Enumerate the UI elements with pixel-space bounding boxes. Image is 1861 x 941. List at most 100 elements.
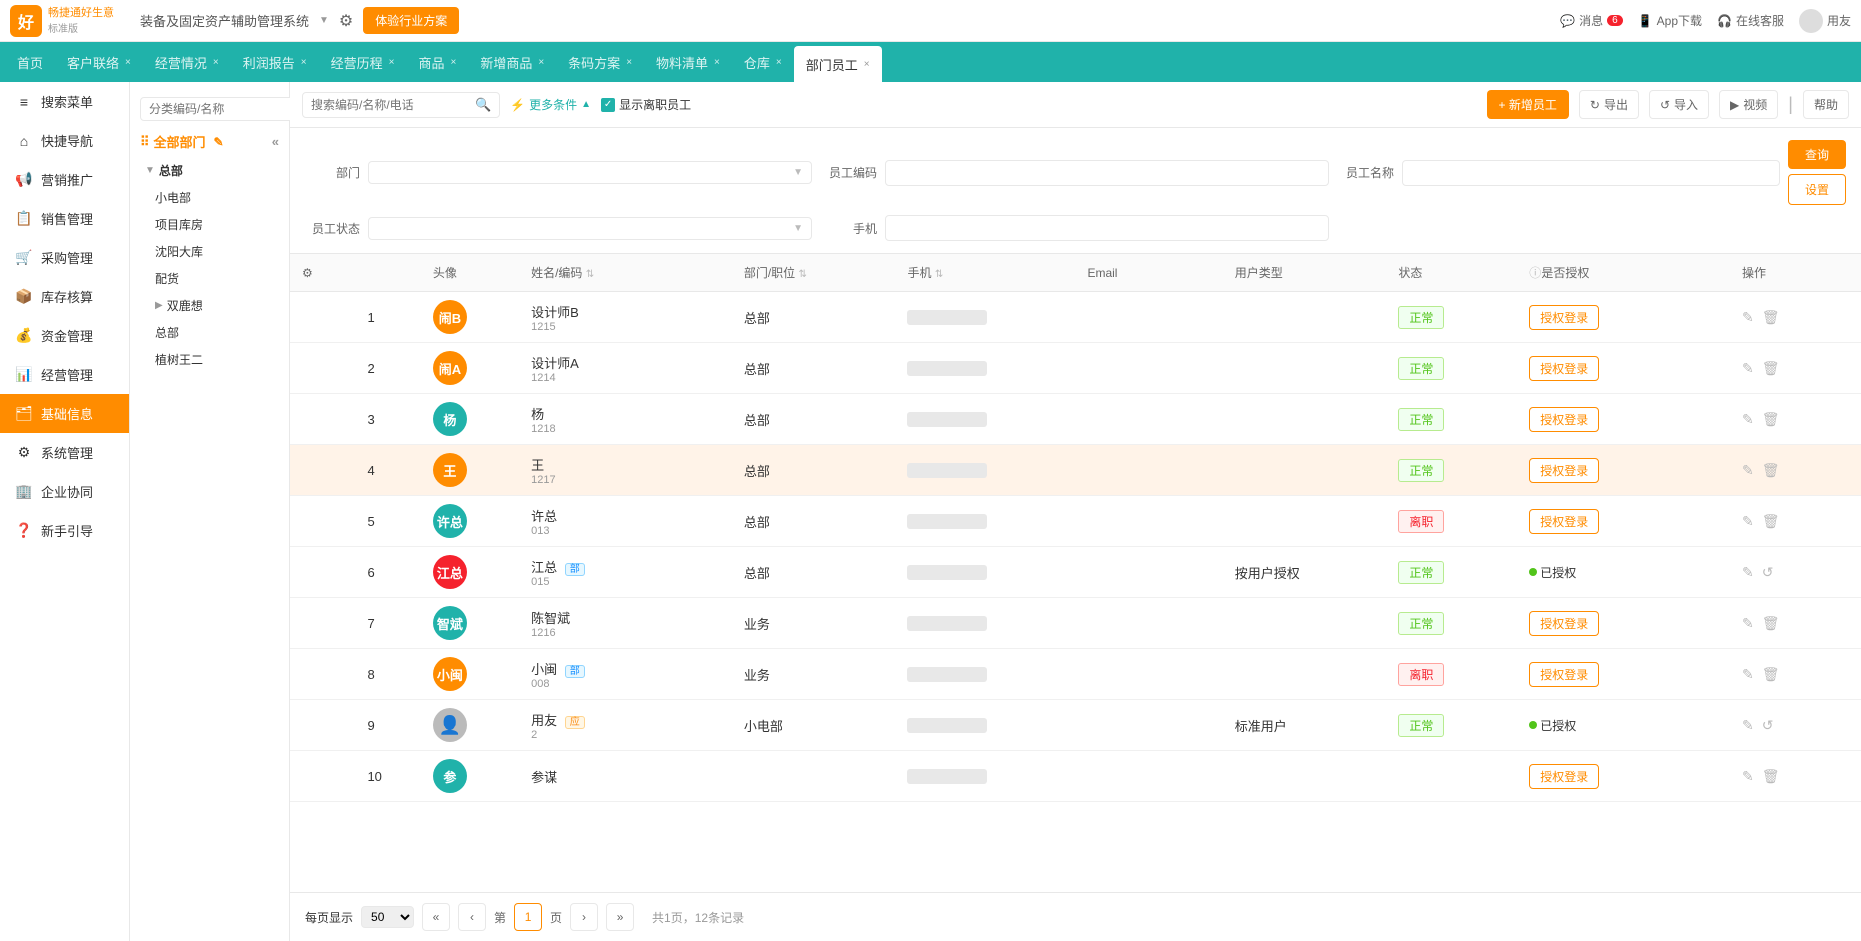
- message-btn[interactable]: 💬 消息 6: [1560, 12, 1623, 29]
- col-dept[interactable]: 部门/职位 ⇅: [732, 254, 896, 292]
- delete-icon-7[interactable]: 🗑: [1762, 615, 1780, 632]
- auth-btn-4[interactable]: 授权登录: [1529, 458, 1599, 483]
- delete-icon-5[interactable]: 🗑: [1762, 513, 1780, 530]
- help-button[interactable]: 帮助: [1803, 90, 1849, 119]
- tab-barcode[interactable]: 条码方案 ×: [556, 42, 644, 82]
- tree-node-plant-king[interactable]: 植树王二: [130, 346, 289, 373]
- tab-dept-staff-close[interactable]: ×: [864, 59, 870, 70]
- system-title-dropdown[interactable]: ▼: [319, 15, 329, 26]
- tab-profit[interactable]: 利润报告 ×: [231, 42, 319, 82]
- tab-dept-staff[interactable]: 部门员工 ×: [794, 46, 882, 82]
- query-button[interactable]: 查询: [1788, 140, 1846, 169]
- tab-goods[interactable]: 商品 ×: [406, 42, 468, 82]
- delete-icon-1[interactable]: 🗑: [1762, 309, 1780, 326]
- delete-icon-2[interactable]: 🗑: [1762, 360, 1780, 377]
- code-2: 1214: [531, 372, 720, 384]
- auth-btn-7[interactable]: 授权登录: [1529, 611, 1599, 636]
- sidebar-item-company[interactable]: 🏢 企业协同: [0, 472, 129, 511]
- sidebar-item-operation[interactable]: 📊 经营管理: [0, 355, 129, 394]
- edit-icon-5[interactable]: ✎: [1742, 513, 1754, 530]
- sidebar-item-search[interactable]: ≡ 搜索菜单: [0, 82, 129, 121]
- reset-button[interactable]: 设置: [1788, 174, 1846, 205]
- delete-icon-9[interactable]: ↺: [1762, 717, 1774, 734]
- edit-icon-3[interactable]: ✎: [1742, 411, 1754, 428]
- tree-node-small-elec[interactable]: 小电部: [130, 184, 289, 211]
- view-button[interactable]: ▶ 视频: [1719, 90, 1778, 119]
- tab-new-goods[interactable]: 新增商品 ×: [468, 42, 556, 82]
- tree-node-shenyang[interactable]: 沈阳大库: [130, 238, 289, 265]
- headset-icon: 🎧: [1717, 14, 1732, 28]
- delete-icon-6[interactable]: ↺: [1762, 564, 1774, 581]
- next-page-btn[interactable]: ›: [570, 903, 598, 931]
- dept-header-collapse-icon[interactable]: «: [272, 134, 279, 149]
- edit-icon-4[interactable]: ✎: [1742, 462, 1754, 479]
- adv-emp-code-input[interactable]: [885, 160, 1329, 186]
- edit-icon-10[interactable]: ✎: [1742, 768, 1754, 785]
- sidebar-item-purchase[interactable]: 🛒 采购管理: [0, 238, 129, 277]
- auth-btn-10[interactable]: 授权登录: [1529, 764, 1599, 789]
- auth-btn-8[interactable]: 授权登录: [1529, 662, 1599, 687]
- user-btn[interactable]: 用友: [1799, 9, 1851, 33]
- tab-home[interactable]: 首页: [5, 42, 55, 82]
- show-resign-checkbox[interactable]: ✓ 显示离职员工: [601, 96, 691, 113]
- sidebar-item-sales[interactable]: 📋 销售管理: [0, 199, 129, 238]
- sidebar-item-stock[interactable]: 📦 库存核算: [0, 277, 129, 316]
- tree-node-shuanglu[interactable]: ▶ 双鹿想: [130, 292, 289, 319]
- sidebar-item-finance[interactable]: 💰 资金管理: [0, 316, 129, 355]
- tree-node-distribution[interactable]: 配货: [130, 265, 289, 292]
- prev-page-btn[interactable]: ‹: [458, 903, 486, 931]
- tab-bom[interactable]: 物料清单 ×: [644, 42, 732, 82]
- edit-icon-7[interactable]: ✎: [1742, 615, 1754, 632]
- sidebar-item-marketing[interactable]: 📢 营销推广: [0, 160, 129, 199]
- tab-warehouse[interactable]: 仓库 ×: [732, 42, 794, 82]
- settings-icon[interactable]: ⚙: [339, 11, 353, 31]
- online-service-btn[interactable]: 🎧 在线客服: [1717, 12, 1784, 29]
- delete-icon-10[interactable]: 🗑: [1762, 768, 1780, 785]
- col-name-code[interactable]: 姓名/编码 ⇅: [519, 254, 732, 292]
- page-size-select[interactable]: 50 100: [361, 906, 414, 928]
- cell-settings-5: [290, 496, 355, 547]
- delete-icon-4[interactable]: 🗑: [1762, 462, 1780, 479]
- sidebar-item-system[interactable]: ⚙ 系统管理: [0, 433, 129, 472]
- edit-icon-1[interactable]: ✎: [1742, 309, 1754, 326]
- edit-icon-2[interactable]: ✎: [1742, 360, 1754, 377]
- tree-node-project-room[interactable]: 项目库房: [130, 211, 289, 238]
- col-settings[interactable]: ⚙: [290, 254, 355, 292]
- edit-icon-6[interactable]: ✎: [1742, 564, 1754, 581]
- delete-icon-8[interactable]: 🗑: [1762, 666, 1780, 683]
- col-phone[interactable]: 手机 ⇅: [895, 254, 1075, 292]
- tree-node-head-office[interactable]: ▼ 总部: [130, 157, 289, 184]
- sidebar-item-basic[interactable]: 🗂 基础信息: [0, 394, 129, 433]
- dept-search-input[interactable]: [140, 97, 313, 121]
- import-button[interactable]: ↺ 导入: [1649, 90, 1709, 119]
- tab-customer[interactable]: 客户联络 ×: [55, 42, 143, 82]
- export-button[interactable]: ↻ 导出: [1579, 90, 1639, 119]
- delete-icon-3[interactable]: 🗑: [1762, 411, 1780, 428]
- auth-btn-2[interactable]: 授权登录: [1529, 356, 1599, 381]
- adv-emp-name-input[interactable]: [1402, 160, 1780, 186]
- tab-history[interactable]: 经营历程 ×: [319, 42, 407, 82]
- adv-dept-select[interactable]: ▼: [368, 161, 812, 184]
- search-input[interactable]: [311, 98, 471, 112]
- last-page-btn[interactable]: »: [606, 903, 634, 931]
- table-row: 7 智斌 陈智斌 1216 业务 xxxxxxxxx: [290, 598, 1861, 649]
- experience-button[interactable]: 体验行业方案: [363, 7, 459, 34]
- auth-btn-1[interactable]: 授权登录: [1529, 305, 1599, 330]
- sidebar-item-quick-nav[interactable]: ⌂ 快捷导航: [0, 121, 129, 160]
- adv-status-select[interactable]: ▼: [368, 217, 812, 240]
- tab-operation-label: 经营情况: [155, 53, 207, 72]
- tab-operation[interactable]: 经营情况 ×: [143, 42, 231, 82]
- more-filter-btn[interactable]: ⚡ 更多条件 ▲: [510, 96, 591, 113]
- add-employee-button[interactable]: + 新增员工: [1487, 90, 1569, 119]
- dept-header-edit-icon[interactable]: ✎: [214, 135, 224, 149]
- first-page-btn[interactable]: «: [422, 903, 450, 931]
- adv-phone-input[interactable]: [885, 215, 1329, 241]
- auth-btn-3[interactable]: 授权登录: [1529, 407, 1599, 432]
- sidebar-item-guide[interactable]: ❓ 新手引导: [0, 511, 129, 550]
- tree-node-head-dept[interactable]: 总部: [130, 319, 289, 346]
- edit-icon-9[interactable]: ✎: [1742, 717, 1754, 734]
- edit-icon-8[interactable]: ✎: [1742, 666, 1754, 683]
- auth-btn-5[interactable]: 授权登录: [1529, 509, 1599, 534]
- app-download-btn[interactable]: 📱 App下载: [1638, 12, 1702, 29]
- auth-done-9: 已授权: [1529, 717, 1718, 734]
